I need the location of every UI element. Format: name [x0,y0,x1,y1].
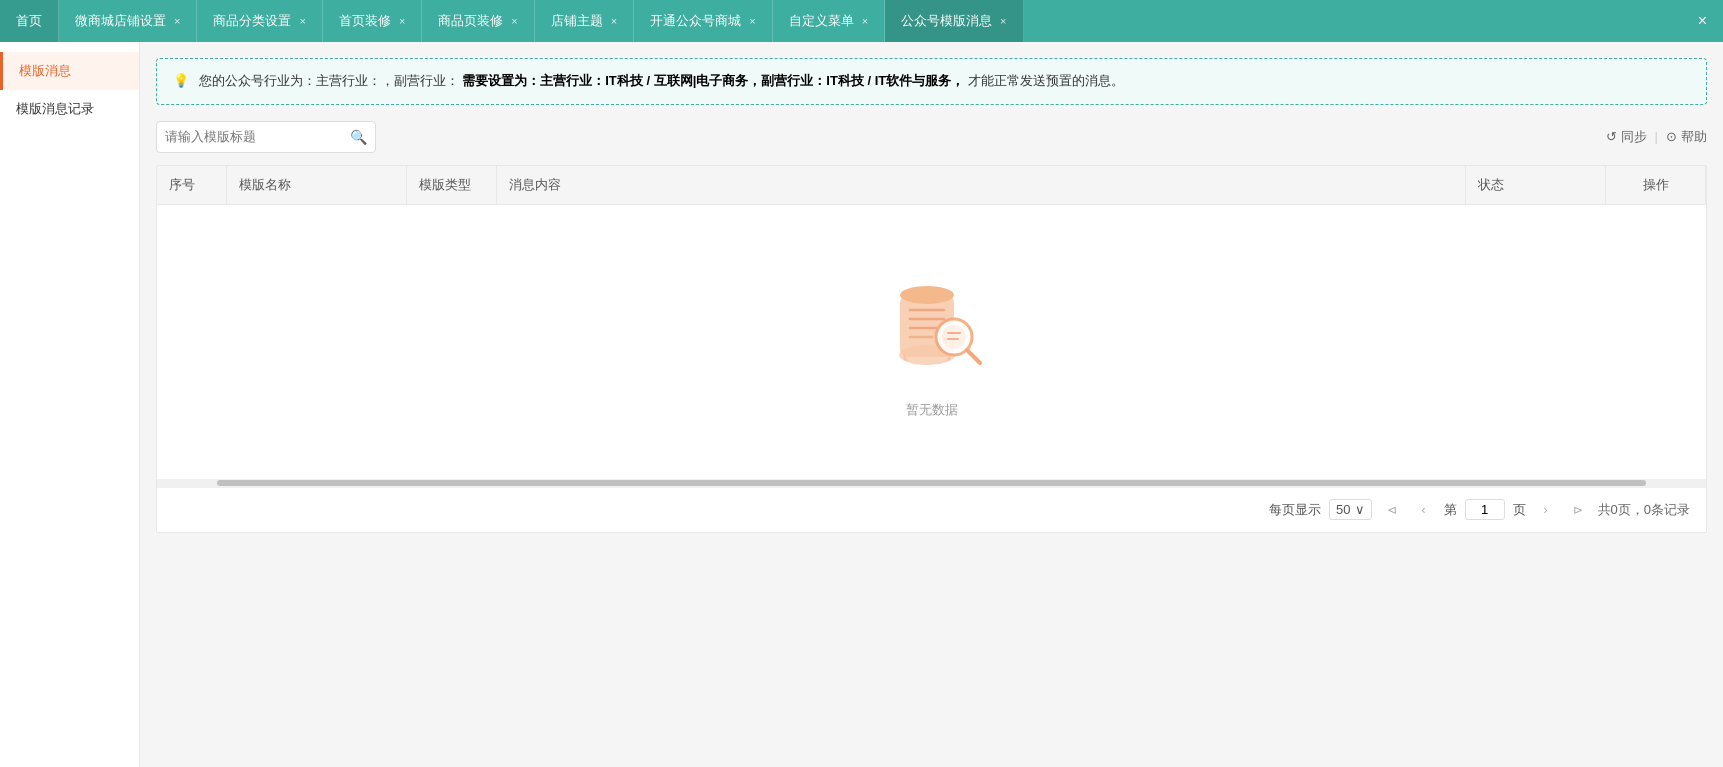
tab-custom-menu[interactable]: 自定义菜单 × [773,0,885,42]
svg-point-2 [900,286,954,304]
close-icon[interactable]: × [299,15,305,27]
tab-store-settings[interactable]: 微商城店铺设置 × [59,0,197,42]
help-button[interactable]: ⊙ 帮助 [1666,128,1707,146]
notice-highlight: 需要设置为：主营行业：IT科技 / 互联网|电子商务，副营行业：IT科技 / I… [462,73,964,88]
tab-category-settings[interactable]: 商品分类设置 × [197,0,322,42]
th-name: 模版名称 [227,166,407,204]
close-icon[interactable]: × [1000,15,1006,27]
close-icon[interactable]: × [611,15,617,27]
empty-state: 暂无数据 [157,205,1706,479]
empty-text: 暂无数据 [906,401,958,419]
page-size-select[interactable]: 50 ∨ [1329,499,1371,520]
sync-icon: ↺ [1606,129,1617,144]
prev-page-button[interactable]: ‹ [1412,498,1436,522]
page-input[interactable] [1465,499,1505,520]
sync-button[interactable]: ↺ 同步 [1606,128,1647,146]
close-all-button[interactable]: × [1682,12,1723,30]
scroll-thumb[interactable] [217,480,1646,486]
sidebar-item-template-message[interactable]: 模版消息 [0,52,139,90]
empty-illustration [872,265,992,385]
total-info: 共0页，0条记录 [1598,501,1690,519]
close-icon[interactable]: × [174,15,180,27]
close-icon[interactable]: × [862,15,868,27]
pagination: 每页显示 50 ∨ ⊲ ‹ 第 页 › ⊳ 共0页，0条记录 [157,487,1706,532]
th-seq: 序号 [157,166,227,204]
top-nav: 首页 微商城店铺设置 × 商品分类设置 × 首页装修 × 商品页装修 × 店铺主… [0,0,1723,42]
tab-home-decoration[interactable]: 首页装修 × [323,0,422,42]
search-input-wrap: 🔍 [156,121,376,153]
close-icon[interactable]: × [399,15,405,27]
next-page-button[interactable]: › [1534,498,1558,522]
chevron-down-icon: ∨ [1355,502,1365,517]
page-size-label: 每页显示 [1269,501,1321,519]
th-status: 状态 [1466,166,1606,204]
horizontal-scrollbar[interactable] [157,479,1706,487]
main-layout: 模版消息 模版消息记录 💡 您的公众号行业为：主营行业：，副营行业： 需要设置为… [0,42,1723,767]
page-prefix: 第 [1444,501,1457,519]
tab-store-theme[interactable]: 店铺主题 × [535,0,634,42]
tab-open-mall[interactable]: 开通公众号商城 × [634,0,772,42]
th-content: 消息内容 [497,166,1466,204]
toolbar: 🔍 ↺ 同步 | ⊙ 帮助 [156,121,1707,153]
notice-banner: 💡 您的公众号行业为：主营行业：，副营行业： 需要设置为：主营行业：IT科技 /… [156,58,1707,105]
th-type: 模版类型 [407,166,497,204]
last-page-button[interactable]: ⊳ [1566,498,1590,522]
table-wrap: 序号 模版名称 模版类型 消息内容 状态 操作 [156,165,1707,533]
first-page-button[interactable]: ⊲ [1380,498,1404,522]
help-icon: ⊙ [1666,129,1677,144]
tab-template-message[interactable]: 公众号模版消息 × [885,0,1023,42]
th-action: 操作 [1606,166,1706,204]
page-word: 页 [1513,501,1526,519]
search-input[interactable] [165,129,350,144]
toolbar-right: ↺ 同步 | ⊙ 帮助 [1606,128,1707,146]
search-icon[interactable]: 🔍 [350,129,367,145]
sidebar-item-template-message-record[interactable]: 模版消息记录 [0,90,139,128]
close-icon[interactable]: × [749,15,755,27]
bulb-icon: 💡 [173,73,189,88]
svg-line-9 [967,350,980,363]
sidebar: 模版消息 模版消息记录 [0,42,140,767]
divider: | [1655,129,1658,144]
close-icon[interactable]: × [511,15,517,27]
svg-point-8 [942,325,966,349]
table-header: 序号 模版名称 模版类型 消息内容 状态 操作 [157,166,1706,205]
tab-home[interactable]: 首页 [0,0,59,42]
tab-product-decoration[interactable]: 商品页装修 × [422,0,534,42]
content-area: 💡 您的公众号行业为：主营行业：，副营行业： 需要设置为：主营行业：IT科技 /… [140,42,1723,767]
